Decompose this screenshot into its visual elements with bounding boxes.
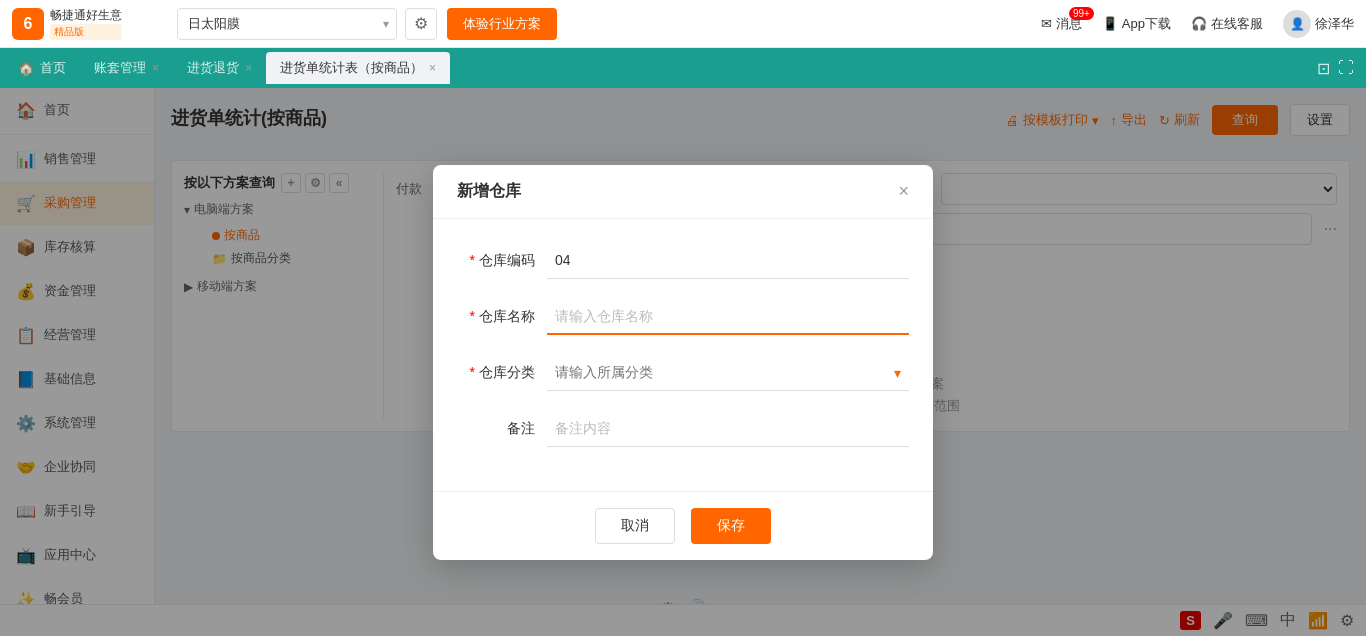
new-warehouse-modal: 新增仓库 × 仓库编码 仓库名称 仓库分类 ▾ xyxy=(433,165,933,560)
gear-button[interactable]: ⚙ xyxy=(405,8,437,40)
form-row-code: 仓库编码 xyxy=(457,243,909,279)
top-header: 6 畅捷通好生意 精品版 日太阳膜 ▾ ⚙ 体验行业方案 ✉ 消息 99+ 📱 … xyxy=(0,0,1366,48)
warehouse-category-wrapper: ▾ xyxy=(547,355,909,391)
modal-footer: 取消 保存 xyxy=(433,491,933,560)
headphone-icon: 🎧 xyxy=(1191,16,1207,31)
form-row-category: 仓库分类 ▾ xyxy=(457,355,909,391)
app-download-button[interactable]: 📱 App下载 xyxy=(1102,15,1171,33)
search-area[interactable]: 日太阳膜 ▾ xyxy=(177,8,397,40)
header-right: ✉ 消息 99+ 📱 App下载 🎧 在线客服 👤 徐泽华 xyxy=(1041,10,1354,38)
warehouse-code-input[interactable] xyxy=(547,243,909,279)
messages-button[interactable]: ✉ 消息 99+ xyxy=(1041,15,1082,33)
user-profile[interactable]: 👤 徐泽华 xyxy=(1283,10,1354,38)
remark-input[interactable] xyxy=(547,411,909,447)
remark-label: 备注 xyxy=(457,420,547,438)
tab-account[interactable]: 账套管理 × xyxy=(80,52,173,84)
warehouse-code-label: 仓库编码 xyxy=(457,252,547,270)
store-select[interactable]: 日太阳膜 xyxy=(177,8,397,40)
form-row-remark: 备注 xyxy=(457,411,909,447)
message-badge: 99+ xyxy=(1069,7,1094,20)
warehouse-name-input[interactable] xyxy=(547,299,909,335)
tab-bar-controls: ⊡ ⛶ xyxy=(1317,59,1362,78)
modal-header: 新增仓库 × xyxy=(433,165,933,219)
tab-bar: 🏠 首页 账套管理 × 进货退货 × 进货单统计表（按商品） × ⊡ ⛶ xyxy=(0,48,1366,88)
tab-purchase-return[interactable]: 进货退货 × xyxy=(173,52,266,84)
message-icon: ✉ xyxy=(1041,16,1052,31)
logo-icon: 6 xyxy=(12,8,44,40)
modal-overlay: 新增仓库 × 仓库编码 仓库名称 仓库分类 ▾ xyxy=(0,88,1366,636)
modal-title: 新增仓库 xyxy=(457,181,521,202)
warehouse-name-label: 仓库名称 xyxy=(457,308,547,326)
warehouse-category-label: 仓库分类 xyxy=(457,364,547,382)
tab-fullscreen-button[interactable]: ⛶ xyxy=(1338,59,1354,77)
online-service-button[interactable]: 🎧 在线客服 xyxy=(1191,15,1263,33)
logo-text: 畅捷通好生意 精品版 xyxy=(50,7,122,40)
avatar: 👤 xyxy=(1283,10,1311,38)
home-icon: 🏠 xyxy=(18,61,34,76)
tab-purchase-stats[interactable]: 进货单统计表（按商品） × xyxy=(266,52,450,84)
form-row-name: 仓库名称 xyxy=(457,299,909,335)
download-icon: 📱 xyxy=(1102,16,1118,31)
modal-body: 仓库编码 仓库名称 仓库分类 ▾ 备注 xyxy=(433,219,933,491)
tab-home[interactable]: 🏠 首页 xyxy=(4,52,80,84)
trial-button[interactable]: 体验行业方案 xyxy=(447,8,557,40)
tab-close-return[interactable]: × xyxy=(245,61,252,75)
tab-close-account[interactable]: × xyxy=(152,61,159,75)
cancel-button[interactable]: 取消 xyxy=(595,508,675,544)
logo-area: 6 畅捷通好生意 精品版 xyxy=(12,7,167,40)
warehouse-category-input[interactable] xyxy=(547,355,909,391)
tab-restore-button[interactable]: ⊡ xyxy=(1317,59,1330,78)
main-layout: 🏠 首页 📊 销售管理 🛒 采购管理 📦 库存核算 💰 资金管理 📋 经营管理 … xyxy=(0,88,1366,636)
tab-close-stats[interactable]: × xyxy=(429,61,436,75)
save-button[interactable]: 保存 xyxy=(691,508,771,544)
modal-close-button[interactable]: × xyxy=(898,181,909,202)
